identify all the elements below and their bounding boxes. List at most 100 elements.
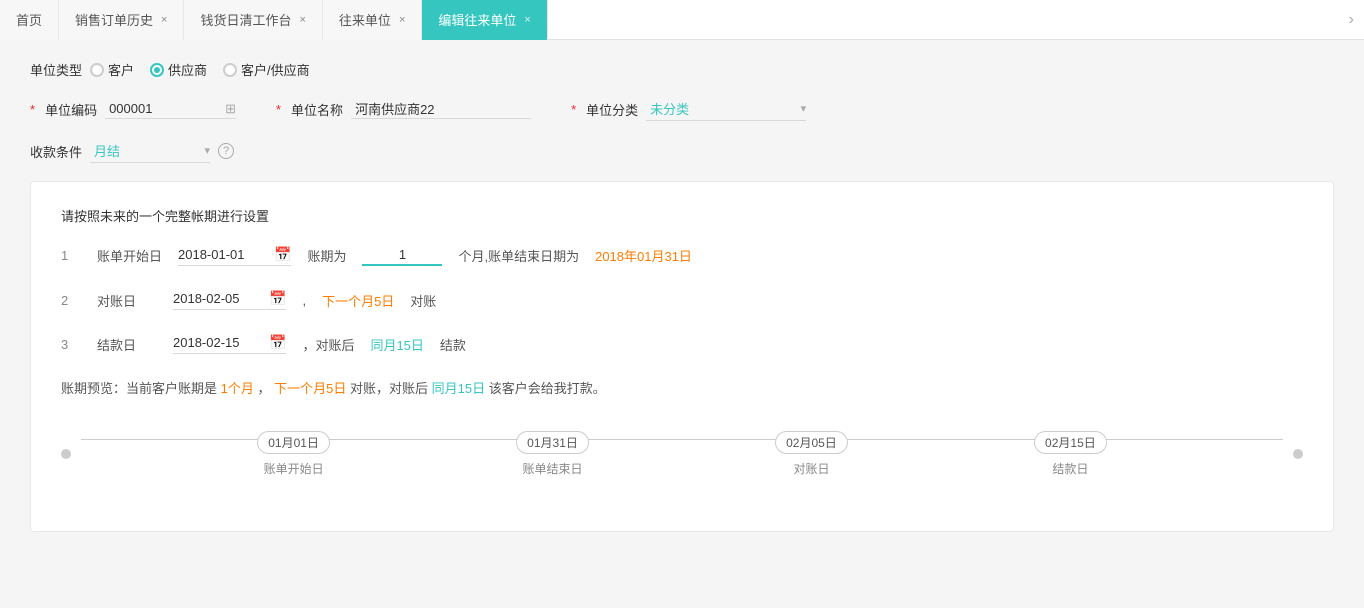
date-value-1: 2018-01-01 xyxy=(178,247,268,262)
tab-edit-partner-units-label: 编辑往来单位 xyxy=(438,10,516,29)
unit-code-field: * 单位编码 ⊞ xyxy=(30,99,236,119)
preview-months: 1个月 xyxy=(221,381,254,396)
timeline-badge-3: 02月05日 xyxy=(775,431,848,454)
row-desc-payment-pre: ，对账后 xyxy=(302,335,354,354)
radio-customer[interactable]: 客户 xyxy=(90,60,134,79)
unit-name-field: * 单位名称 xyxy=(276,99,531,119)
calendar-icon-2[interactable]: 📅 xyxy=(269,290,286,307)
row-desc-reconcile-pre: , xyxy=(302,293,306,308)
timeline-sub-2: 账单结束日 xyxy=(523,460,583,477)
close-icon[interactable]: × xyxy=(399,14,405,26)
radio-customer-label: 客户 xyxy=(108,60,134,79)
radio-circle-customer xyxy=(90,63,104,77)
timeline-badge-1: 01月01日 xyxy=(257,431,330,454)
timeline-node-4: 02月15日 结款日 xyxy=(1034,431,1107,477)
tab-cash-work-bench[interactable]: 钱货日清工作台 × xyxy=(184,0,322,40)
timeline-badge-2: 01月31日 xyxy=(516,431,589,454)
unit-type-radio-group: 客户 供应商 客户/供应商 xyxy=(90,60,310,79)
unit-name-input[interactable] xyxy=(351,99,531,119)
timeline-node-2: 01月31日 账单结束日 xyxy=(516,431,589,477)
unit-category-select[interactable]: 未分类 ▾ xyxy=(646,97,806,121)
payment-terms-row: 收款条件 月结 ▾ ? xyxy=(30,139,1334,163)
preview-suffix: 该客户会给我打款。 xyxy=(489,381,606,396)
payment-terms-field: 收款条件 月结 ▾ ? xyxy=(30,139,234,163)
tabs-scroll-right[interactable]: › xyxy=(1339,11,1364,29)
timeline-node-3: 02月05日 对账日 xyxy=(775,431,848,477)
close-icon[interactable]: × xyxy=(161,14,167,26)
radio-supplier-label: 供应商 xyxy=(168,60,207,79)
close-icon[interactable]: × xyxy=(524,14,530,26)
unit-category-field: * 单位分类 未分类 ▾ xyxy=(571,97,806,121)
timeline-sub-3: 对账日 xyxy=(793,460,829,477)
card-title: 请按照未来的一个完整帐期进行设置 xyxy=(61,206,1303,225)
radio-circle-customer-supplier xyxy=(223,63,237,77)
payment-terms-value: 月结 xyxy=(90,139,204,162)
row-desc-period-label: 账期为 xyxy=(307,246,346,265)
row-num-2: 2 xyxy=(61,293,81,308)
row-label-2: 对账日 xyxy=(97,291,157,310)
calendar-icon-1[interactable]: 📅 xyxy=(274,246,291,263)
unit-code-required: * xyxy=(30,102,35,117)
date-field-3: 2018-02-15 📅 xyxy=(173,334,286,354)
row-desc-payment-post: 结款 xyxy=(440,335,466,354)
preview-prefix: 账期预览：当前客户账期是 xyxy=(61,381,217,396)
timeline-badge-4: 02月15日 xyxy=(1034,431,1107,454)
timeline-dot-right xyxy=(1293,449,1303,459)
unit-type-row: 单位类型 客户 供应商 客户/供应商 xyxy=(30,60,1334,79)
payment-terms-select[interactable]: 月结 ▾ xyxy=(90,139,210,163)
radio-circle-supplier xyxy=(150,63,164,77)
preview-text: 账期预览：当前客户账期是 1个月 ， 下一个月5日 对账，对账后 同月15日 该… xyxy=(61,378,1303,397)
row-num-3: 3 xyxy=(61,337,81,352)
tab-home-label: 首页 xyxy=(16,10,42,29)
timeline-sub-4: 结款日 xyxy=(1052,460,1088,477)
unit-name-label: 单位名称 xyxy=(291,100,343,119)
unit-code-input[interactable] xyxy=(105,99,225,118)
config-row-2: 2 对账日 2018-02-05 📅 , 下一个月5日 对账 xyxy=(61,290,1303,310)
radio-customer-supplier[interactable]: 客户/供应商 xyxy=(223,60,310,79)
copy-icon[interactable]: ⊞ xyxy=(225,101,236,117)
reconcile-next-month: 下一个月5日 xyxy=(322,291,394,310)
preview-mid1: ， xyxy=(258,381,271,396)
tab-edit-partner-units[interactable]: 编辑往来单位 × xyxy=(422,0,547,40)
payment-terms-label: 收款条件 xyxy=(30,142,82,161)
main-content: 单位类型 客户 供应商 客户/供应商 * 单位编码 xyxy=(0,40,1364,572)
bill-end-date: 2018年01月31日 xyxy=(595,246,692,265)
row-desc-months: 个月,账单结束日期为 xyxy=(458,246,579,265)
unit-name-required: * xyxy=(276,102,281,117)
config-row-1: 1 账单开始日 2018-01-01 📅 账期为 个月,账单结束日期为 2018… xyxy=(61,245,1303,266)
close-icon[interactable]: × xyxy=(299,14,305,26)
date-value-3: 2018-02-15 xyxy=(173,335,263,350)
timeline: 01月01日 账单开始日 01月31日 账单结束日 02月05日 对账日 02月… xyxy=(61,421,1303,507)
row-label-1: 账单开始日 xyxy=(97,246,162,265)
date-value-2: 2018-02-05 xyxy=(173,291,263,306)
row-num-1: 1 xyxy=(61,248,81,263)
period-input[interactable] xyxy=(362,245,442,266)
timeline-dot-left xyxy=(61,449,71,459)
unit-category-value: 未分类 xyxy=(646,97,800,120)
tab-partner-units-label: 往来单位 xyxy=(339,10,391,29)
tab-home[interactable]: 首页 xyxy=(0,0,59,40)
chevron-down-icon: ▾ xyxy=(204,144,210,157)
help-icon[interactable]: ? xyxy=(218,143,234,159)
radio-customer-supplier-label: 客户/供应商 xyxy=(241,60,310,79)
preview-reconcile-day: 下一个月5日 xyxy=(274,381,346,396)
date-field-2: 2018-02-05 📅 xyxy=(173,290,286,310)
config-row-3: 3 结款日 2018-02-15 📅 ，对账后 同月15日 结款 xyxy=(61,334,1303,354)
timeline-node-1: 01月01日 账单开始日 xyxy=(257,431,330,477)
calendar-icon-3[interactable]: 📅 xyxy=(269,334,286,351)
tab-sales-order-history[interactable]: 销售订单历史 × xyxy=(59,0,184,40)
unit-code-input-wrapper: ⊞ xyxy=(105,99,236,119)
tab-cash-work-bench-label: 钱货日清工作台 xyxy=(200,10,291,29)
tab-partner-units[interactable]: 往来单位 × xyxy=(323,0,422,40)
preview-mid2: 对账，对账后 xyxy=(350,381,428,396)
unit-category-label: 单位分类 xyxy=(586,100,638,119)
radio-supplier[interactable]: 供应商 xyxy=(150,60,207,79)
row-desc-reconcile-post: 对账 xyxy=(410,291,436,310)
timeline-items: 01月01日 账单开始日 01月31日 账单结束日 02月05日 对账日 02月… xyxy=(61,431,1303,477)
unit-type-label: 单位类型 xyxy=(30,60,82,79)
payment-same-month: 同月15日 xyxy=(370,335,423,354)
chevron-down-icon: ▾ xyxy=(801,102,807,115)
row-label-3: 结款日 xyxy=(97,335,157,354)
unit-code-label: 单位编码 xyxy=(45,100,97,119)
unit-type-field: 单位类型 客户 供应商 客户/供应商 xyxy=(30,60,310,79)
